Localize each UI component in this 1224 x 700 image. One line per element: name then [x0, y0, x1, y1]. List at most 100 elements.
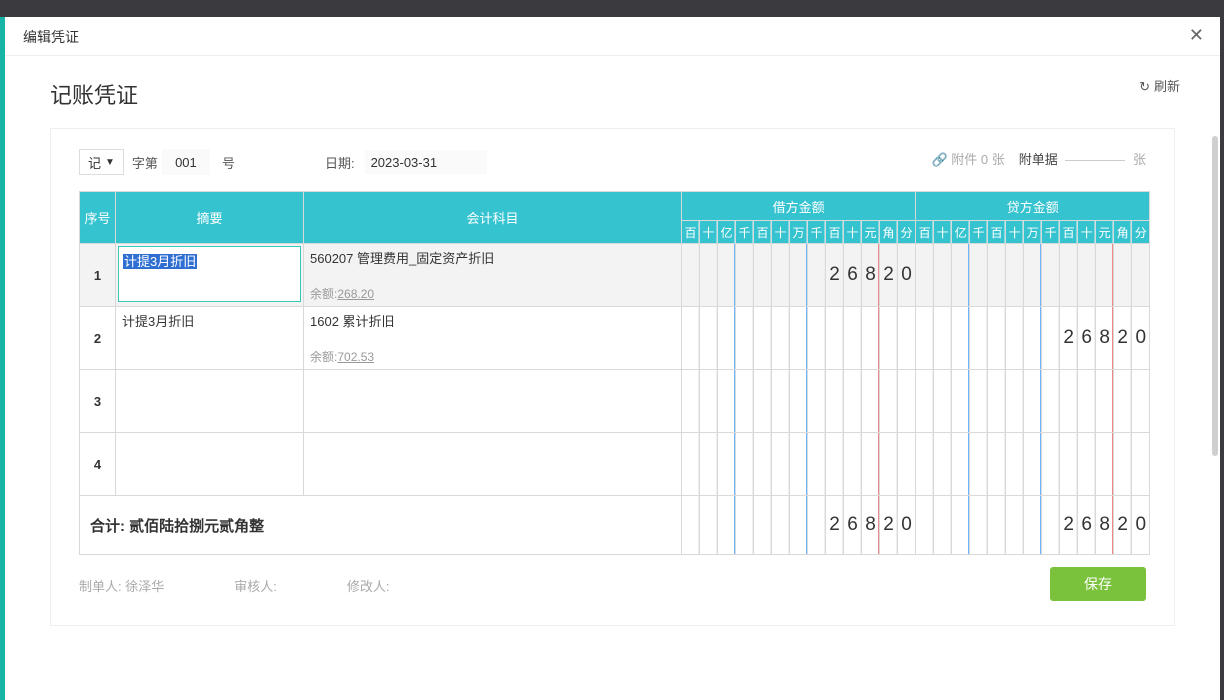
- debit-digit[interactable]: 6: [844, 244, 862, 307]
- credit-digit[interactable]: [970, 433, 988, 496]
- credit-digit[interactable]: 2: [1114, 307, 1132, 370]
- debit-digit[interactable]: [718, 370, 736, 433]
- subject-cell[interactable]: [304, 433, 682, 496]
- debit-digit[interactable]: [790, 307, 808, 370]
- debit-digit[interactable]: [754, 307, 772, 370]
- credit-digit[interactable]: [1060, 244, 1078, 307]
- credit-digit[interactable]: [1078, 433, 1096, 496]
- close-icon[interactable]: ✕: [1189, 26, 1204, 44]
- summary-cell[interactable]: 计提3月折旧: [116, 244, 304, 307]
- credit-digit[interactable]: [952, 244, 970, 307]
- debit-digit[interactable]: [862, 307, 880, 370]
- debit-digit[interactable]: [718, 433, 736, 496]
- debit-digit[interactable]: [898, 433, 916, 496]
- debit-digit[interactable]: [772, 433, 790, 496]
- credit-digit[interactable]: [1132, 433, 1150, 496]
- credit-digit[interactable]: [1042, 307, 1060, 370]
- debit-digit[interactable]: [772, 370, 790, 433]
- debit-digit[interactable]: [736, 433, 754, 496]
- credit-digit[interactable]: [916, 307, 934, 370]
- summary-cell[interactable]: 计提3月折旧: [116, 307, 304, 370]
- debit-digit[interactable]: [736, 370, 754, 433]
- debit-digit[interactable]: [682, 307, 700, 370]
- credit-digit[interactable]: [916, 433, 934, 496]
- credit-digit[interactable]: [934, 307, 952, 370]
- credit-digit[interactable]: [988, 307, 1006, 370]
- credit-digit[interactable]: [1114, 370, 1132, 433]
- table-row[interactable]: 1计提3月折旧560207 管理费用_固定资产折旧余额:268.2026820: [80, 244, 1150, 307]
- debit-digit[interactable]: [898, 370, 916, 433]
- debit-digit[interactable]: [718, 307, 736, 370]
- debit-digit[interactable]: [682, 370, 700, 433]
- credit-digit[interactable]: [1024, 244, 1042, 307]
- credit-digit[interactable]: [1060, 433, 1078, 496]
- debit-digit[interactable]: [736, 307, 754, 370]
- credit-digit[interactable]: [1024, 433, 1042, 496]
- debit-digit[interactable]: [880, 307, 898, 370]
- credit-digit[interactable]: [1006, 244, 1024, 307]
- credit-digit[interactable]: [934, 244, 952, 307]
- debit-digit[interactable]: [880, 433, 898, 496]
- credit-digit[interactable]: [1132, 244, 1150, 307]
- debit-digit[interactable]: 8: [862, 244, 880, 307]
- credit-digit[interactable]: [1114, 433, 1132, 496]
- subject-cell[interactable]: [304, 370, 682, 433]
- scrollbar-thumb[interactable]: [1212, 136, 1218, 456]
- debit-digit[interactable]: [844, 433, 862, 496]
- debit-digit[interactable]: [772, 307, 790, 370]
- debit-digit[interactable]: [700, 244, 718, 307]
- summary-cell[interactable]: [116, 370, 304, 433]
- credit-digit[interactable]: [1114, 244, 1132, 307]
- credit-digit[interactable]: [970, 244, 988, 307]
- debit-digit[interactable]: [808, 307, 826, 370]
- credit-digit[interactable]: [1042, 244, 1060, 307]
- credit-digit[interactable]: [1078, 370, 1096, 433]
- table-row[interactable]: 3: [80, 370, 1150, 433]
- debit-digit[interactable]: [790, 370, 808, 433]
- credit-digit[interactable]: [1006, 370, 1024, 433]
- credit-digit[interactable]: [988, 244, 1006, 307]
- credit-digit[interactable]: [1060, 370, 1078, 433]
- credit-digit[interactable]: [952, 370, 970, 433]
- save-button[interactable]: 保存: [1050, 567, 1146, 601]
- debit-digit[interactable]: 0: [898, 244, 916, 307]
- debit-digit[interactable]: [718, 244, 736, 307]
- debit-digit[interactable]: [772, 244, 790, 307]
- debit-digit[interactable]: [844, 307, 862, 370]
- subject-cell[interactable]: 560207 管理费用_固定资产折旧余额:268.20: [304, 244, 682, 307]
- credit-digit[interactable]: [988, 370, 1006, 433]
- debit-digit[interactable]: [808, 433, 826, 496]
- debit-digit[interactable]: 2: [826, 244, 844, 307]
- debit-digit[interactable]: [736, 244, 754, 307]
- credit-digit[interactable]: [934, 370, 952, 433]
- summary-cell[interactable]: [116, 433, 304, 496]
- debit-digit[interactable]: [862, 370, 880, 433]
- credit-digit[interactable]: 8: [1096, 307, 1114, 370]
- debit-digit[interactable]: [826, 307, 844, 370]
- attachment-link[interactable]: 🔗 附件 0 张: [931, 149, 1004, 168]
- credit-digit[interactable]: [1006, 433, 1024, 496]
- credit-digit[interactable]: [934, 433, 952, 496]
- credit-digit[interactable]: [988, 433, 1006, 496]
- credit-digit[interactable]: [1096, 433, 1114, 496]
- debit-digit[interactable]: [808, 244, 826, 307]
- credit-digit[interactable]: [916, 370, 934, 433]
- credit-digit[interactable]: [1042, 370, 1060, 433]
- debit-digit[interactable]: [790, 244, 808, 307]
- credit-digit[interactable]: [1024, 370, 1042, 433]
- credit-digit[interactable]: [1096, 370, 1114, 433]
- debit-digit[interactable]: [700, 370, 718, 433]
- credit-digit[interactable]: 2: [1060, 307, 1078, 370]
- debit-digit[interactable]: [898, 307, 916, 370]
- credit-digit[interactable]: [952, 433, 970, 496]
- debit-digit[interactable]: [754, 244, 772, 307]
- debit-digit[interactable]: [682, 433, 700, 496]
- credit-digit[interactable]: [1042, 433, 1060, 496]
- debit-digit[interactable]: 2: [880, 244, 898, 307]
- debit-digit[interactable]: [754, 370, 772, 433]
- date-input[interactable]: [365, 150, 487, 174]
- debit-digit[interactable]: [808, 370, 826, 433]
- credit-digit[interactable]: [970, 307, 988, 370]
- debit-digit[interactable]: [826, 370, 844, 433]
- voucher-type-select[interactable]: 记 ▼: [79, 149, 124, 175]
